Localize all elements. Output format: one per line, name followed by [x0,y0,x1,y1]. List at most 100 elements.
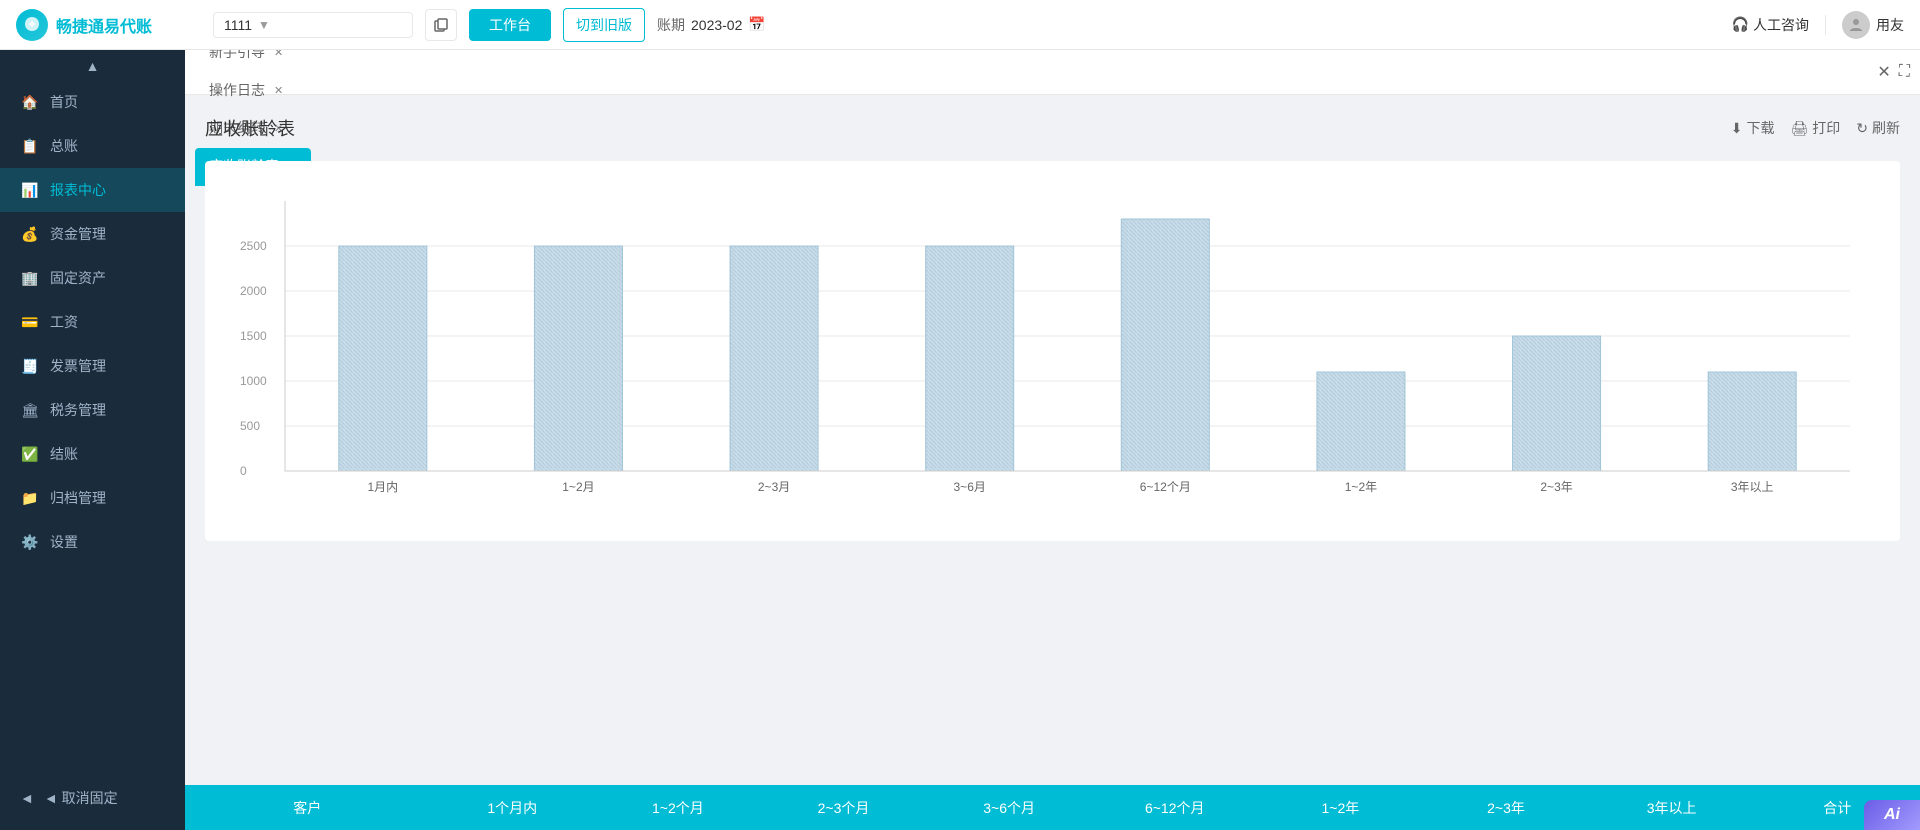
sidebar-item-asset[interactable]: 🏢 固定资产 [0,256,185,300]
tab-close-period-end[interactable]: ✕ [274,122,283,135]
sidebar-item-archive[interactable]: 📁 归档管理 [0,476,185,520]
download-label: 下载 [1746,118,1774,138]
table-header: 客户1个月内1~2个月2~3个月3~6个月6~12个月1~2年2~3年3年以上合… [185,785,1920,830]
workbench-button[interactable]: 工作台 [469,9,551,41]
tab-close-log[interactable]: ✕ [274,84,283,97]
table-header-3~6个月: 3~6个月 [926,798,1092,818]
sidebar-label-home: 首页 [50,92,78,112]
table-header-2~3个月: 2~3个月 [761,798,927,818]
settle-icon: ✅ [20,444,40,464]
tax-icon: 🏛 [20,400,40,420]
sidebar-label-asset: 固定资产 [50,268,106,288]
top-right-actions: 🎧 人工咨询 用友 [1732,11,1904,39]
sidebar-item-ledger[interactable]: 📋 总账 [0,124,185,168]
table-header-客户: 客户 [185,798,429,818]
refresh-button[interactable]: ↻ 刷新 [1856,118,1900,138]
chart-container [205,161,1900,541]
logo-icon [16,9,48,41]
cancel-pin-icon: ◄ [20,790,34,806]
logo: 畅捷通易代账 [16,9,201,41]
sidebar-label-fund: 资金管理 [50,224,106,244]
tab-bar: 首页畅会员✕新手引导✕操作日志✕期末结转✕应收账龄表✕ ✕ ⛶ [185,50,1920,95]
close-window-button[interactable]: ✕ [1877,62,1890,82]
table-header-1~2个月: 1~2个月 [595,798,761,818]
switch-version-button[interactable]: 切到旧版 [563,8,645,42]
sidebar-item-fund[interactable]: 💰 资金管理 [0,212,185,256]
logo-text: 畅捷通易代账 [56,13,152,37]
sidebar-bottom: ◄ ◄ 取消固定 [0,766,185,830]
archive-icon: 📁 [20,488,40,508]
sidebar-item-tax[interactable]: 🏛 税务管理 [0,388,185,432]
main-area: ▲ 🏠 首页 📋 总账 📊 报表中心 💰 资金管理 🏢 固定资产 💳 工资 🧾 … [0,50,1920,830]
sidebar-label-tax: 税务管理 [50,400,106,420]
table-header-1个月内: 1个月内 [429,798,595,818]
avatar [1842,11,1870,39]
app-container: 畅捷通易代账 1111 ▼ 工作台 切到旧版 账期 2023-02 📅 🎧 人工… [0,0,1920,830]
download-button[interactable]: ⬇ 下载 [1731,118,1775,138]
calendar-icon[interactable]: 📅 [748,16,765,33]
ai-label: Ai [1884,806,1900,823]
sidebar-item-cancel-pin[interactable]: ◄ ◄ 取消固定 [0,776,185,820]
download-icon: ⬇ [1731,120,1743,137]
cancel-pin-label: ◄ 取消固定 [44,788,118,808]
print-label: 打印 [1812,118,1840,138]
divider [1825,15,1826,35]
content-area: 首页畅会员✕新手引导✕操作日志✕期末结转✕应收账龄表✕ ✕ ⛶ 应收账龄表 ⬇ … [185,50,1920,830]
ai-badge: Ai [1864,800,1920,830]
sidebar-nav: 🏠 首页 📋 总账 📊 报表中心 💰 资金管理 🏢 固定资产 💳 工资 🧾 发票… [0,80,185,564]
period-value: 2023-02 [691,17,742,33]
sidebar-label-payroll: 工资 [50,312,78,332]
table-header-6~12个月: 6~12个月 [1092,798,1258,818]
table-header-2~3年: 2~3年 [1423,798,1589,818]
user-info[interactable]: 用友 [1842,11,1904,39]
refresh-icon: ↻ [1856,120,1868,137]
sidebar-label-report: 报表中心 [50,180,106,200]
sidebar-item-invoice[interactable]: 🧾 发票管理 [0,344,185,388]
sidebar-item-report[interactable]: 📊 报表中心 [0,168,185,212]
sidebar-label-archive: 归档管理 [50,488,106,508]
sidebar-label-settle: 结账 [50,444,78,464]
consult-button[interactable]: 🎧 人工咨询 [1732,15,1809,35]
top-bar: 畅捷通易代账 1111 ▼ 工作台 切到旧版 账期 2023-02 📅 🎧 人工… [0,0,1920,50]
settings-icon: ⚙️ [20,532,40,552]
user-name: 用友 [1876,15,1904,35]
chart-wrapper [225,181,1880,521]
tab-close-guide[interactable]: ✕ [274,50,283,59]
payroll-icon: 💳 [20,312,40,332]
maximize-window-button[interactable]: ⛶ [1899,62,1910,82]
print-icon: 🖨 [1790,120,1808,137]
sidebar-item-settings[interactable]: ⚙️ 设置 [0,520,185,564]
sidebar-item-settle[interactable]: ✅ 结账 [0,432,185,476]
asset-icon: 🏢 [20,268,40,288]
tab-guide[interactable]: 新手引导 ✕ [195,50,311,72]
ledger-icon: 📋 [20,136,40,156]
period-info: 账期 2023-02 📅 [657,15,766,35]
sidebar-label-settings: 设置 [50,532,78,552]
table-header-3年以上: 3年以上 [1589,798,1755,818]
company-name: 1111 [224,17,252,33]
refresh-label: 刷新 [1872,118,1900,138]
table-header-1~2年: 1~2年 [1258,798,1424,818]
page-content: 应收账龄表 ⬇ 下载 🖨 打印 ↻ 刷新 [185,95,1920,785]
sidebar-label-invoice: 发票管理 [50,356,106,376]
print-button[interactable]: 🖨 打印 [1790,118,1840,138]
consult-label: 人工咨询 [1753,15,1809,35]
toolbar: ⬇ 下载 🖨 打印 ↻ 刷新 [1731,118,1900,138]
tab-label-guide: 新手引导 [209,50,265,62]
sidebar-item-home[interactable]: 🏠 首页 [0,80,185,124]
tab-window-actions: ✕ ⛶ [1877,62,1910,82]
copy-button[interactable] [425,9,457,41]
fund-icon: 💰 [20,224,40,244]
page-header: 应收账龄表 ⬇ 下载 🖨 打印 ↻ 刷新 [205,115,1900,141]
home-icon: 🏠 [20,92,40,112]
headset-icon: 🎧 [1732,16,1749,33]
sidebar: ▲ 🏠 首页 📋 总账 📊 报表中心 💰 资金管理 🏢 固定资产 💳 工资 🧾 … [0,50,185,830]
sidebar-item-payroll[interactable]: 💳 工资 [0,300,185,344]
report-icon: 📊 [20,180,40,200]
tab-close-aging[interactable]: ✕ [288,160,297,173]
sidebar-scroll-up[interactable]: ▲ [0,50,185,80]
invoice-icon: 🧾 [20,356,40,376]
period-label: 账期 [657,15,685,35]
chevron-down-icon: ▼ [258,18,270,32]
company-selector[interactable]: 1111 ▼ [213,12,413,38]
